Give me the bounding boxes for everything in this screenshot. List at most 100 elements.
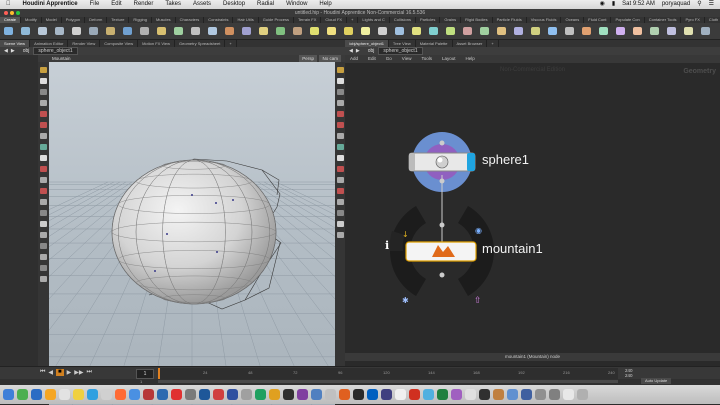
menu-window[interactable]: Window <box>280 0 313 9</box>
shelf-tool-button[interactable] <box>459 23 476 39</box>
search-icon[interactable]: ⚲ <box>697 0 701 9</box>
dock-app-icon[interactable] <box>87 389 98 400</box>
tab-material-palette[interactable]: Material Palette <box>416 40 453 47</box>
shelf-tool-button[interactable] <box>578 23 595 39</box>
path-object-chip-right[interactable]: sphere_object1 <box>378 47 423 55</box>
viewport-tool-button[interactable] <box>40 210 47 216</box>
dock-app-icon[interactable] <box>115 389 126 400</box>
shelf-tool-button[interactable] <box>544 23 561 39</box>
shelf-tool-button[interactable] <box>187 23 204 39</box>
shelf-tool-button[interactable] <box>272 23 289 39</box>
dock-app-icon[interactable] <box>45 389 56 400</box>
shelf-tool-button[interactable] <box>510 23 527 39</box>
viewport-tool-button[interactable] <box>336 210 344 216</box>
shelf-tool-button[interactable] <box>340 23 357 39</box>
sphere-output-connector[interactable] <box>439 178 445 184</box>
tab-asset-browser[interactable]: Asset Browser <box>453 40 488 47</box>
shelf-tool-button[interactable] <box>102 23 119 39</box>
menu-radial[interactable]: Radial <box>251 0 280 9</box>
viewport-tool-button[interactable] <box>40 166 47 172</box>
shelf-tool-button[interactable] <box>561 23 578 39</box>
apple-icon[interactable]:  <box>0 0 17 9</box>
auto-update-button[interactable]: Auto Update <box>641 378 672 384</box>
shelf-tool-button[interactable] <box>238 23 255 39</box>
add-tab-button-right[interactable]: + <box>487 40 499 47</box>
menu-takes[interactable]: Takes <box>159 0 187 9</box>
menu-help[interactable]: Help <box>313 0 337 9</box>
mountain-output-connector[interactable] <box>439 272 445 278</box>
mountain-node-label[interactable]: mountain1 <box>482 241 543 256</box>
dock-app-icon[interactable] <box>451 389 462 400</box>
shelf-tool-button[interactable] <box>663 23 680 39</box>
dock-app-icon[interactable] <box>213 389 224 400</box>
viewport-tool-button[interactable] <box>40 177 47 183</box>
viewport-tool-button[interactable] <box>40 67 47 73</box>
display-flag-icon[interactable]: ◉ <box>475 226 482 235</box>
dock-app-icon[interactable] <box>283 389 294 400</box>
jump-end-icon[interactable]: ⏭ <box>87 369 92 376</box>
viewport-tool-button[interactable] <box>336 155 344 161</box>
tab-network-path[interactable]: /obj/sphere_object1 <box>345 40 389 47</box>
dock-app-icon[interactable] <box>409 389 420 400</box>
network-editor[interactable]: Non-Commercial Edition Geometry ↓ ◉ ✱ ⇧ <box>345 63 720 366</box>
dock-app-icon[interactable] <box>227 389 238 400</box>
dock-app-icon[interactable] <box>31 389 42 400</box>
end-frame-2[interactable]: 240 <box>625 373 633 378</box>
clock-text[interactable]: Sat 9:52 AM <box>622 0 655 9</box>
battery-icon[interactable]: ▮ <box>612 0 615 9</box>
viewport-tool-button[interactable] <box>40 221 47 227</box>
viewport-tool-button[interactable] <box>336 188 344 194</box>
dock-app-icon[interactable] <box>199 389 210 400</box>
shelf-tool-button[interactable] <box>68 23 85 39</box>
dock-app-icon[interactable] <box>577 389 588 400</box>
viewport-tool-button[interactable] <box>40 122 47 128</box>
tab-scene-view[interactable]: Scene View <box>0 40 31 47</box>
dock-app-icon[interactable] <box>521 389 532 400</box>
viewport-tool-button[interactable] <box>336 111 344 117</box>
range-slider[interactable] <box>158 380 618 383</box>
shelf-tool-button[interactable] <box>680 23 697 39</box>
freeze-flag-icon[interactable]: ✱ <box>402 296 409 305</box>
shelf-tool-button[interactable] <box>374 23 391 39</box>
forward-icon[interactable]: ▶ <box>11 47 15 55</box>
shelf-tool-button[interactable] <box>255 23 272 39</box>
dock-app-icon[interactable] <box>73 389 84 400</box>
tab-tree-view[interactable]: Tree View <box>389 40 416 47</box>
shelf-tool-button[interactable] <box>476 23 493 39</box>
shelf-tool-button[interactable] <box>170 23 187 39</box>
dock-app-icon[interactable] <box>437 389 448 400</box>
menu-list-icon[interactable]: ☰ <box>709 0 714 9</box>
shelf-tool-button[interactable] <box>289 23 306 39</box>
sphere-input-connector[interactable] <box>439 140 445 146</box>
shelf-tool-button[interactable] <box>17 23 34 39</box>
tab-animation-editor[interactable]: Animation Editor <box>30 40 69 47</box>
shelf-tool-button[interactable] <box>306 23 323 39</box>
dock-app-icon[interactable] <box>311 389 322 400</box>
step-back-icon[interactable]: ◀ <box>48 369 53 376</box>
shelf-tool-button[interactable] <box>629 23 646 39</box>
dock-app-icon[interactable] <box>507 389 518 400</box>
info-icon[interactable]: i <box>385 239 389 252</box>
net-menu-view[interactable]: View <box>397 55 417 63</box>
dock-app-icon[interactable] <box>129 389 140 400</box>
net-menu-layout[interactable]: Layout <box>437 55 461 63</box>
wifi-icon[interactable]: ◉ <box>600 0 605 9</box>
shelf-tool-button[interactable] <box>391 23 408 39</box>
path-obj[interactable]: obj <box>23 47 30 55</box>
step-forward-icon[interactable]: ▶▶ <box>74 369 83 376</box>
dock-app-icon[interactable] <box>101 389 112 400</box>
viewport-tool-button[interactable] <box>336 166 344 172</box>
forward-icon-right[interactable]: ▶ <box>356 47 360 55</box>
dock-app-icon[interactable] <box>269 389 280 400</box>
dock-app-icon[interactable] <box>353 389 364 400</box>
back-icon[interactable]: ◀ <box>4 47 8 55</box>
shelf-tool-button[interactable] <box>357 23 374 39</box>
tab-composite-view[interactable]: Composite View <box>100 40 139 47</box>
viewport-tool-button[interactable] <box>40 111 47 117</box>
viewport-tool-button[interactable] <box>40 133 47 139</box>
back-icon-right[interactable]: ◀ <box>349 47 353 55</box>
dock-app-icon[interactable] <box>381 389 392 400</box>
minimize-window-icon[interactable] <box>10 11 14 15</box>
shelf-tool-button[interactable] <box>493 23 510 39</box>
viewport-tool-button[interactable] <box>336 89 344 95</box>
